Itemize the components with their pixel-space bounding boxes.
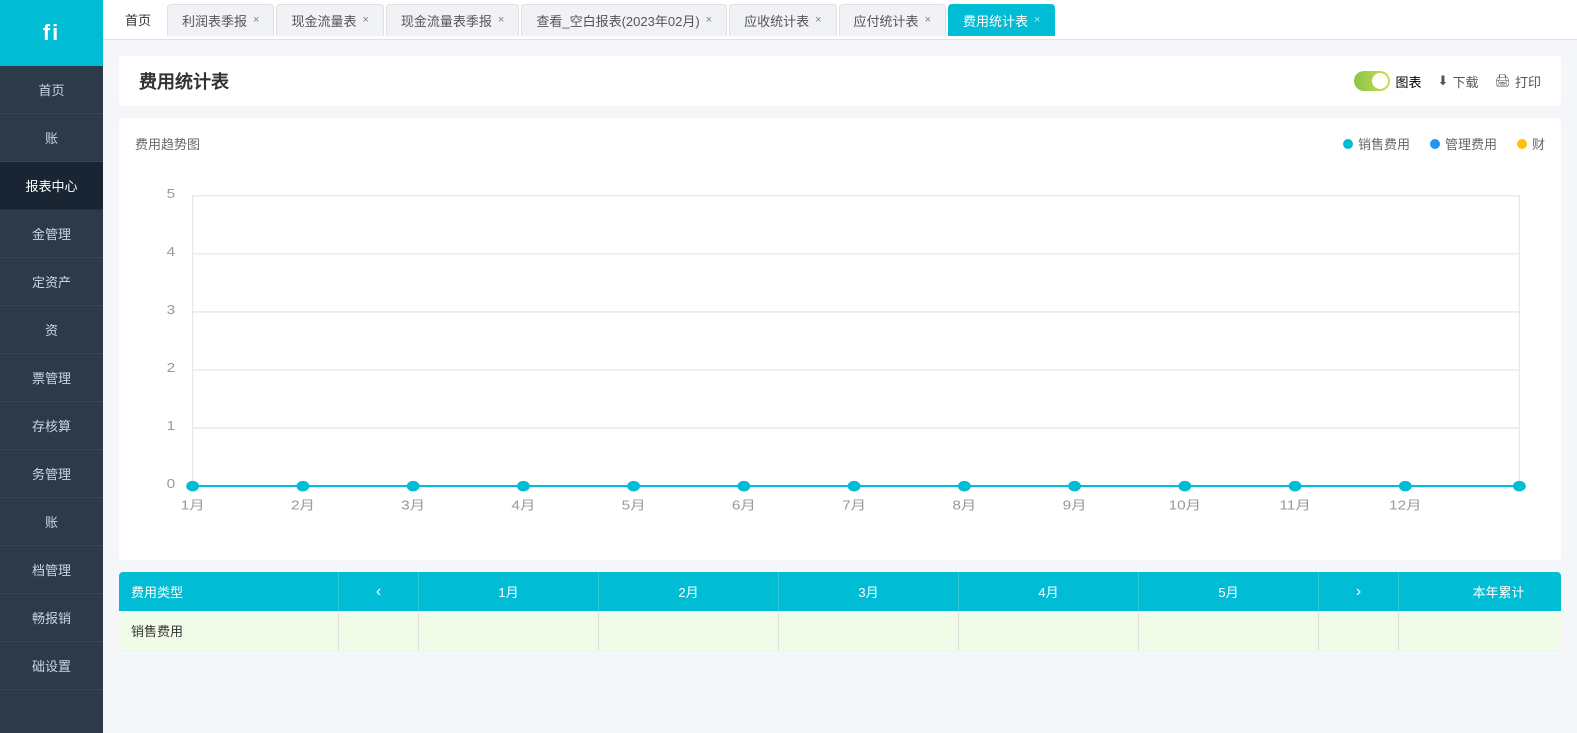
table-header-type: 费用类型 bbox=[119, 572, 339, 611]
tab-expense-stat[interactable]: 费用统计表 × bbox=[948, 4, 1055, 36]
legend-admin: 管理费用 bbox=[1430, 134, 1497, 153]
sidebar: fi 首页 账 报表中心 金管理 定资产 资 票管理 存核算 务管理 账 档管理… bbox=[0, 0, 103, 733]
chart-toggle-wrap: 图表 bbox=[1354, 71, 1422, 91]
table-nav-prev-button[interactable]: ‹ bbox=[372, 583, 385, 601]
data-cell-m1 bbox=[419, 611, 599, 650]
expense-table: 费用类型 ‹ 1月 2月 3月 4月 5月 › 本年累计 销售费用 bbox=[119, 572, 1561, 651]
svg-text:5: 5 bbox=[167, 186, 176, 200]
tab-payable-stat[interactable]: 应付统计表 × bbox=[839, 4, 946, 36]
data-cell-m3 bbox=[779, 611, 959, 650]
tab-close-blank-report[interactable]: × bbox=[706, 14, 712, 26]
data-cell-ytd bbox=[1399, 611, 1561, 650]
svg-text:1月: 1月 bbox=[181, 498, 205, 512]
data-cell-m4 bbox=[959, 611, 1139, 650]
chart-toggle-label: 图表 bbox=[1396, 72, 1422, 91]
svg-text:6月: 6月 bbox=[732, 498, 756, 512]
legend-dot-finance bbox=[1517, 139, 1527, 149]
table-header-nav-prev[interactable]: ‹ bbox=[339, 572, 419, 611]
chart-legend: 销售费用 管理费用 财 bbox=[1343, 134, 1545, 153]
svg-text:1: 1 bbox=[167, 418, 176, 432]
tab-receivable[interactable]: 应收统计表 × bbox=[729, 4, 836, 36]
tab-profit-quarterly[interactable]: 利润表季报 × bbox=[167, 4, 274, 36]
tab-cashflow-quarterly[interactable]: 现金流量表季报 × bbox=[386, 4, 519, 36]
tab-close-cashflow[interactable]: × bbox=[362, 14, 368, 26]
sidebar-item-refund[interactable]: 畅报销 bbox=[0, 594, 103, 642]
svg-text:7月: 7月 bbox=[842, 498, 866, 512]
svg-text:11月: 11月 bbox=[1279, 498, 1310, 512]
svg-text:10月: 10月 bbox=[1169, 498, 1201, 512]
chart-title: 费用趋势图 bbox=[135, 134, 200, 153]
tab-close-payable-stat[interactable]: × bbox=[925, 14, 931, 26]
chart-header: 费用趋势图 销售费用 管理费用 财 bbox=[135, 134, 1545, 153]
svg-text:8月: 8月 bbox=[952, 498, 976, 512]
data-cell-nav-next bbox=[1319, 611, 1399, 650]
table-header-m4: 4月 bbox=[959, 572, 1139, 611]
svg-text:2月: 2月 bbox=[291, 498, 315, 512]
main-area: 首页 利润表季报 × 现金流量表 × 现金流量表季报 × 查看_空白报表(202… bbox=[103, 0, 1577, 733]
legend-dot-admin bbox=[1430, 139, 1440, 149]
sidebar-item-settings[interactable]: 础设置 bbox=[0, 642, 103, 690]
print-icon: 🖨 bbox=[1494, 73, 1511, 89]
sidebar-item-inventory[interactable]: 存核算 bbox=[0, 402, 103, 450]
svg-text:5月: 5月 bbox=[622, 498, 646, 512]
legend-sales: 销售费用 bbox=[1343, 134, 1410, 153]
print-button[interactable]: 🖨 打印 bbox=[1494, 72, 1541, 91]
table-header-m1: 1月 bbox=[419, 572, 599, 611]
sidebar-item-invoice[interactable]: 票管理 bbox=[0, 354, 103, 402]
trend-chart: 0 1 2 3 4 5 bbox=[135, 161, 1545, 541]
tab-cashflow[interactable]: 现金流量表 × bbox=[276, 4, 383, 36]
tab-blank-report[interactable]: 查看_空白报表(2023年02月) × bbox=[521, 4, 727, 36]
sidebar-item-fixed-assets[interactable]: 定资产 bbox=[0, 258, 103, 306]
table-header-row: 费用类型 ‹ 1月 2月 3月 4月 5月 › 本年累计 bbox=[119, 572, 1561, 611]
svg-text:4月: 4月 bbox=[511, 498, 535, 512]
table-header-nav-next[interactable]: › bbox=[1319, 572, 1399, 611]
chart-toggle[interactable] bbox=[1354, 71, 1390, 91]
sidebar-item-archive[interactable]: 档管理 bbox=[0, 546, 103, 594]
svg-text:9月: 9月 bbox=[1063, 498, 1087, 512]
svg-text:3月: 3月 bbox=[401, 498, 425, 512]
tabs-bar: 首页 利润表季报 × 现金流量表 × 现金流量表季报 × 查看_空白报表(202… bbox=[103, 0, 1577, 40]
page-title: 费用统计表 bbox=[139, 68, 229, 94]
sidebar-item-report-center[interactable]: 报表中心 bbox=[0, 162, 103, 210]
data-cell-m5 bbox=[1139, 611, 1319, 650]
tab-home[interactable]: 首页 bbox=[111, 4, 165, 36]
table-header-m2: 2月 bbox=[599, 572, 779, 611]
sidebar-item-service[interactable]: 务管理 bbox=[0, 450, 103, 498]
table-header-m3: 3月 bbox=[779, 572, 959, 611]
svg-text:3: 3 bbox=[167, 302, 176, 316]
tab-close-cashflow-quarterly[interactable]: × bbox=[498, 14, 504, 26]
table-nav-next-button[interactable]: › bbox=[1352, 583, 1365, 601]
legend-finance: 财 bbox=[1517, 134, 1545, 153]
table-header-ytd: 本年累计 bbox=[1399, 572, 1561, 611]
tab-close-profit-quarterly[interactable]: × bbox=[253, 14, 259, 26]
page-header: 费用统计表 图表 ⬇ 下载 🖨 打印 bbox=[119, 56, 1561, 106]
chart-card: 费用趋势图 销售费用 管理费用 财 bbox=[119, 118, 1561, 560]
legend-label-admin: 管理费用 bbox=[1445, 134, 1497, 153]
tab-close-receivable[interactable]: × bbox=[815, 14, 821, 26]
svg-text:4: 4 bbox=[167, 244, 176, 258]
legend-label-sales: 销售费用 bbox=[1358, 134, 1410, 153]
sidebar-item-home[interactable]: 首页 bbox=[0, 66, 103, 114]
svg-text:2: 2 bbox=[167, 360, 176, 374]
sidebar-item-payable[interactable]: 账 bbox=[0, 498, 103, 546]
data-cell-nav-prev bbox=[339, 611, 419, 650]
table-header-m5: 5月 bbox=[1139, 572, 1319, 611]
svg-text:12月: 12月 bbox=[1389, 498, 1421, 512]
table-row: 销售费用 bbox=[119, 611, 1561, 651]
tab-close-expense-stat[interactable]: × bbox=[1034, 14, 1040, 26]
download-button[interactable]: ⬇ 下载 bbox=[1438, 72, 1479, 91]
header-actions: 图表 ⬇ 下载 🖨 打印 bbox=[1354, 71, 1541, 91]
sidebar-item-account[interactable]: 账 bbox=[0, 114, 103, 162]
svg-text:0: 0 bbox=[167, 477, 176, 491]
download-icon: ⬇ bbox=[1438, 73, 1449, 89]
sidebar-item-investment[interactable]: 资 bbox=[0, 306, 103, 354]
sidebar-item-fund[interactable]: 金管理 bbox=[0, 210, 103, 258]
data-cell-m2 bbox=[599, 611, 779, 650]
legend-label-finance: 财 bbox=[1532, 134, 1545, 153]
legend-dot-sales bbox=[1343, 139, 1353, 149]
sidebar-logo: fi bbox=[0, 0, 103, 66]
data-cell-type: 销售费用 bbox=[119, 611, 339, 650]
content-area: 费用统计表 图表 ⬇ 下载 🖨 打印 费用趋势图 bbox=[103, 40, 1577, 733]
